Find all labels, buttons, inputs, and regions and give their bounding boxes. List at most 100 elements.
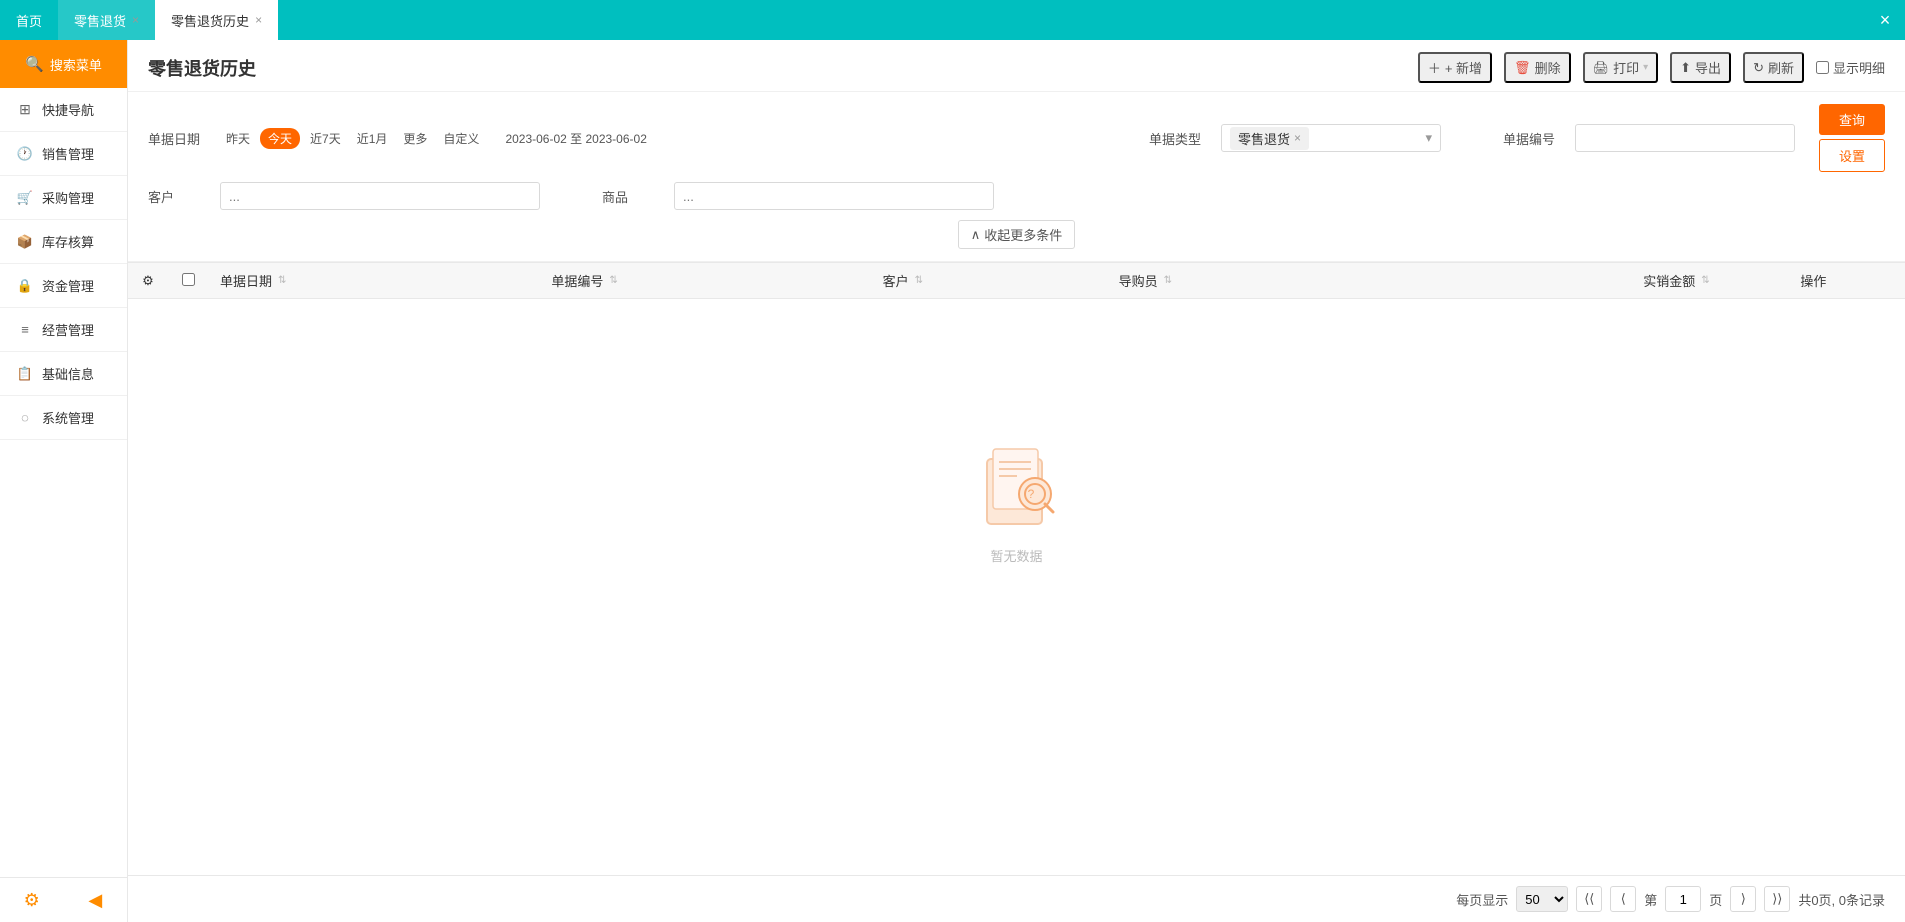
bill-type-remove[interactable]: × [1294, 131, 1301, 145]
next-page-button[interactable]: ⟩ [1730, 886, 1756, 912]
date-btn-custom[interactable]: 自定义 [437, 128, 485, 149]
empty-state-text: 暂无数据 [990, 546, 1042, 565]
filter-row-2: 客户 商品 [148, 182, 1885, 210]
tab-home-label: 首页 [16, 11, 42, 30]
sidebar-search[interactable]: 🔍 搜索菜单 [0, 40, 127, 88]
table-area: ⚙ 单据日期 ⇅ 单据编号 [128, 262, 1905, 875]
page-title: 零售退货历史 [148, 55, 256, 81]
sidebar-item-operations-mgmt[interactable]: ≡ 经营管理 [0, 308, 127, 352]
goods-label: 商品 [602, 187, 658, 206]
date-btn-today[interactable]: 今天 [260, 128, 300, 149]
col-settings: ⚙ [128, 263, 168, 299]
col-amount: 实销金额 ⇅ [1390, 263, 1721, 299]
date-btn-7days[interactable]: 近7天 [304, 128, 347, 149]
bill-type-label: 单据类型 [1149, 129, 1205, 148]
tab-retail-return-history-label: 零售退货历史 [171, 11, 249, 30]
purchase-mgmt-icon: 🛒 [16, 189, 34, 207]
col-guide-label: 导购员 [1119, 271, 1158, 290]
sidebar-item-sales-mgmt-label: 销售管理 [42, 144, 94, 163]
sidebar-item-basic-info-label: 基础信息 [42, 364, 94, 383]
table-header-row: ⚙ 单据日期 ⇅ 单据编号 [128, 263, 1905, 299]
print-chevron-icon: ▾ [1643, 62, 1648, 73]
bill-no-input[interactable] [1575, 124, 1795, 152]
col-date: 单据日期 ⇅ [208, 263, 539, 299]
sidebar-item-sales-mgmt[interactable]: 🕐 销售管理 [0, 132, 127, 176]
col-amount-label: 实销金额 [1643, 271, 1695, 290]
show-detail-checkbox[interactable] [1816, 61, 1829, 74]
new-button[interactable]: ＋ + 新增 [1418, 52, 1492, 83]
system-mgmt-icon: ◌ [16, 409, 34, 427]
col-customer-label: 客户 [883, 271, 909, 290]
sidebar-item-inventory[interactable]: 📦 库存核算 [0, 220, 127, 264]
basic-info-icon: 📋 [16, 365, 34, 383]
first-page-button[interactable]: ⟨⟨ [1576, 886, 1602, 912]
tab-retail-return-history[interactable]: 零售退货历史 × [155, 0, 278, 40]
refresh-button[interactable]: ↻ 刷新 [1743, 52, 1804, 83]
select-all-checkbox[interactable] [182, 273, 195, 286]
new-icon: ＋ [1428, 58, 1441, 77]
query-label: 查询 [1839, 113, 1865, 128]
date-btn-yesterday[interactable]: 昨天 [220, 128, 256, 149]
col-bill-no-sort-icon[interactable]: ⇅ [609, 275, 617, 286]
setting-label: 设置 [1839, 149, 1865, 164]
col-customer-sort-icon[interactable]: ⇅ [915, 275, 923, 286]
sidebar-item-system-mgmt[interactable]: ◌ 系统管理 [0, 396, 127, 440]
export-button[interactable]: ⬆ 导出 [1670, 52, 1731, 83]
sidebar-item-quick-nav[interactable]: ⊞ 快捷导航 [0, 88, 127, 132]
goods-input[interactable] [674, 182, 994, 210]
svg-text:?: ? [1027, 487, 1034, 501]
operations-mgmt-icon: ≡ [16, 321, 34, 339]
sidebar-item-purchase-mgmt-label: 采购管理 [42, 188, 94, 207]
show-detail-label: 显示明细 [1833, 58, 1885, 77]
col-amount-sort-icon[interactable]: ⇅ [1701, 275, 1709, 286]
col-date-label: 单据日期 [220, 271, 272, 290]
data-table: ⚙ 单据日期 ⇅ 单据编号 [128, 262, 1905, 299]
sidebar-item-basic-info[interactable]: 📋 基础信息 [0, 352, 127, 396]
sales-mgmt-icon: 🕐 [16, 145, 34, 163]
print-button[interactable]: 🖨 打印 ▾ [1583, 52, 1659, 83]
sidebar-settings-button[interactable]: ⚙ [0, 878, 64, 922]
top-bar: 首页 零售退货 × 零售退货历史 × × [0, 0, 1905, 40]
delete-button[interactable]: 🗑 删除 [1504, 52, 1571, 83]
toolbar: ＋ + 新增 🗑 删除 🖨 打印 ▾ ⬆ 导出 ↻ [1418, 52, 1885, 83]
col-action: 操作 [1722, 263, 1905, 299]
tab-retail-return-history-close[interactable]: × [255, 13, 262, 27]
date-btn-1month[interactable]: 近1月 [351, 128, 394, 149]
tab-retail-return-close[interactable]: × [132, 13, 139, 27]
setting-button[interactable]: 设置 [1819, 139, 1885, 172]
refresh-icon: ↻ [1753, 60, 1764, 76]
col-customer: 客户 ⇅ [871, 263, 1107, 299]
col-guide-sort-icon[interactable]: ⇅ [1164, 275, 1172, 286]
customer-input[interactable] [220, 182, 540, 210]
tab-retail-return[interactable]: 零售退货 × [58, 0, 155, 40]
quick-nav-icon: ⊞ [16, 101, 34, 119]
col-bill-no: 单据编号 ⇅ [539, 263, 870, 299]
page-header: 零售退货历史 ＋ + 新增 🗑 删除 🖨 打印 ▾ ⬆ 导出 [128, 40, 1905, 92]
last-page-button[interactable]: ⟩⟩ [1764, 886, 1790, 912]
col-bill-no-label: 单据编号 [551, 271, 603, 290]
tab-home[interactable]: 首页 [0, 0, 58, 40]
filter-area: 单据日期 昨天 今天 近7天 近1月 更多 自定义 2023-06-02 至 2… [128, 92, 1905, 262]
inventory-icon: 📦 [16, 233, 34, 251]
total-text: 共0页, 0条记录 [1798, 890, 1885, 909]
page-number-input[interactable] [1665, 886, 1701, 912]
tab-list: 首页 零售退货 × 零售退货历史 × [0, 0, 1865, 40]
col-date-sort-icon[interactable]: ⇅ [278, 275, 286, 286]
date-label: 单据日期 [148, 129, 204, 148]
page-size-select[interactable]: 20 50 100 [1516, 886, 1568, 912]
collapse-filters-button[interactable]: ∧ 收起更多条件 [958, 220, 1076, 249]
date-btn-more[interactable]: 更多 [397, 128, 433, 149]
sidebar-item-purchase-mgmt[interactable]: 🛒 采购管理 [0, 176, 127, 220]
sidebar-item-finance-mgmt[interactable]: 🔒 资金管理 [0, 264, 127, 308]
bill-type-select[interactable]: 零售退货 × ▾ [1221, 124, 1441, 152]
print-label: 打印 [1613, 58, 1639, 77]
sidebar-collapse-button[interactable]: ◀ [64, 878, 128, 922]
date-range-display: 2023-06-02 至 2023-06-02 [505, 130, 646, 147]
column-settings-icon[interactable]: ⚙ [142, 273, 154, 288]
collapse-label: 收起更多条件 [984, 225, 1062, 244]
query-button[interactable]: 查询 [1819, 104, 1885, 135]
prev-page-button[interactable]: ⟨ [1610, 886, 1636, 912]
customer-label: 客户 [148, 187, 204, 206]
window-close-button[interactable]: × [1865, 0, 1905, 40]
collapse-up-icon: ∧ [971, 227, 981, 243]
